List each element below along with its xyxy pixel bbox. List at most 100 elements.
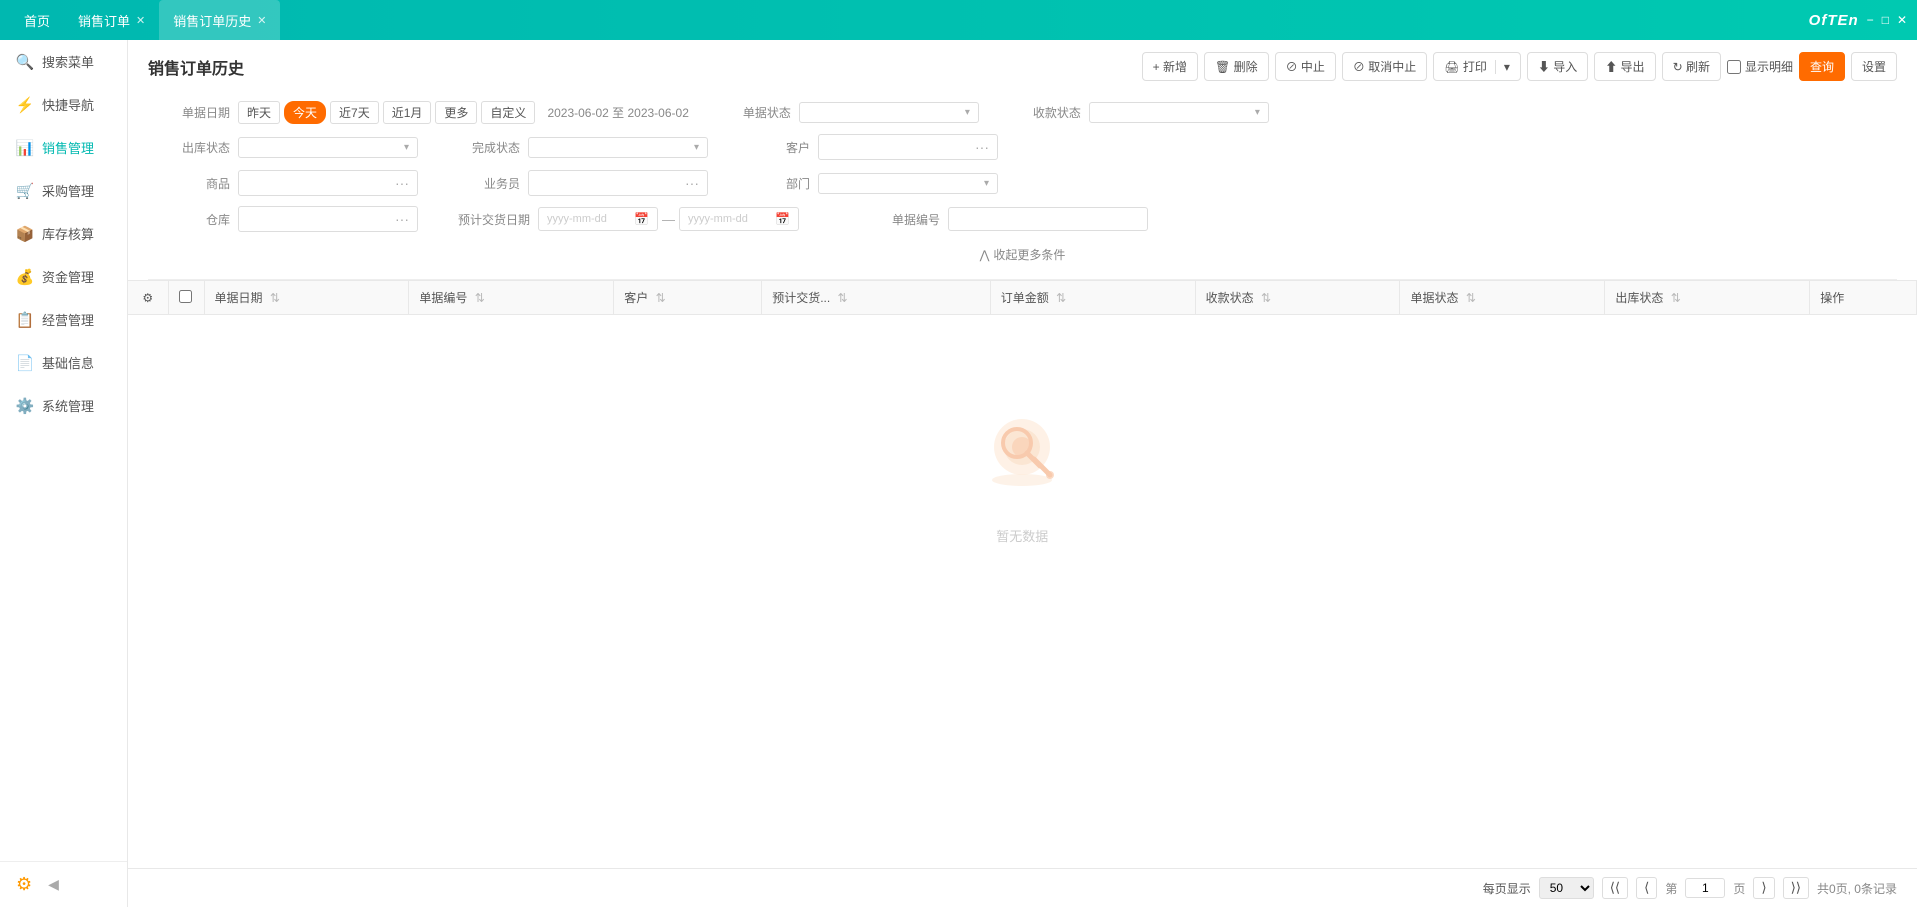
tab-sales-order-history[interactable]: 销售订单历史 ✕ (159, 0, 280, 40)
col-out-status-sort-icon[interactable]: ⇅ (1671, 291, 1681, 305)
prev-page-btn[interactable]: ⟨ (1636, 877, 1657, 899)
col-operation: 操作 (1810, 281, 1917, 315)
col-bill-no: 单据编号 ⇅ (409, 281, 614, 315)
col-delivery-date-sort-icon[interactable]: ⇅ (838, 291, 848, 305)
settings-button[interactable]: 设置 (1851, 52, 1897, 81)
col-operation-label: 操作 (1820, 291, 1844, 305)
collapse-sidebar-icon[interactable]: ◀ (48, 876, 59, 893)
export-button[interactable]: ⬆ 导出 (1594, 52, 1655, 81)
operations-icon: 📋 (16, 311, 34, 329)
content-area: 销售订单历史 + 新增 🗑 删除 ⊘ 中止 ⊘ 取消中止 🖨 打印 ▾ ⬇ 导入… (128, 40, 1917, 907)
main-layout: 🔍 搜索菜单 ⚡ 快捷导航 📊 销售管理 🛒 采购管理 📦 库存核算 💰 资金管… (0, 40, 1917, 907)
last1m-btn[interactable]: 近1月 (383, 101, 432, 124)
department-arrow-icon: ▾ (984, 178, 989, 189)
date-control: 昨天 今天 近7天 近1月 更多 自定义 2023-06-02 至 2023-0… (238, 101, 689, 124)
sidebar-item-purchase-mgmt[interactable]: 🛒 采购管理 (0, 169, 127, 212)
complete-status-select[interactable]: ▾ (528, 137, 708, 158)
delivery-end-input[interactable]: yyyy-mm-dd 📅 (679, 207, 799, 231)
col-receipt-status: 收款状态 ⇅ (1195, 281, 1400, 315)
import-button[interactable]: ⬇ 导入 (1527, 52, 1588, 81)
col-customer-sort-icon[interactable]: ⇅ (656, 291, 666, 305)
sidebar: 🔍 搜索菜单 ⚡ 快捷导航 📊 销售管理 🛒 采购管理 📦 库存核算 💰 资金管… (0, 40, 128, 907)
query-button[interactable]: 查询 (1799, 52, 1845, 81)
tab-sales-order-close[interactable]: ✕ (136, 14, 145, 27)
last7-btn[interactable]: 近7天 (330, 101, 379, 124)
page-unit-label: 页 (1733, 880, 1745, 897)
show-detail-label[interactable]: 显示明细 (1727, 58, 1793, 75)
maximize-btn[interactable]: □ (1882, 13, 1889, 27)
delivery-start-input[interactable]: yyyy-mm-dd 📅 (538, 207, 658, 231)
customer-select[interactable]: ··· (818, 134, 998, 160)
stop-button[interactable]: ⊘ 中止 (1275, 52, 1336, 81)
more-btn[interactable]: 更多 (435, 101, 477, 124)
salesperson-ellipsis-icon: ··· (685, 175, 699, 191)
custom-btn[interactable]: 自定义 (481, 101, 535, 124)
col-receipt-status-sort-icon[interactable]: ⇅ (1261, 291, 1271, 305)
sidebar-item-finance[interactable]: 💰 资金管理 (0, 255, 127, 298)
bill-no-control (948, 207, 1148, 231)
bill-no-label: 单据编号 (878, 211, 948, 228)
print-arrow-icon: ▾ (1504, 60, 1510, 74)
tab-sales-order-history-close[interactable]: ✕ (257, 14, 266, 27)
sidebar-item-sales-mgmt[interactable]: 📊 销售管理 (0, 126, 127, 169)
refresh-button[interactable]: ↻ 刷新 (1662, 52, 1721, 81)
sidebar-item-sales-mgmt-label: 销售管理 (42, 138, 94, 157)
sidebar-bottom: ⚙ ◀ (0, 861, 127, 907)
department-label: 部门 (748, 175, 818, 192)
cancel-stop-button[interactable]: ⊘ 取消中止 (1342, 52, 1427, 81)
bill-no-input[interactable] (948, 207, 1148, 231)
bill-status-select[interactable]: ▾ (799, 102, 979, 123)
date-range: 2023-06-02 至 2023-06-02 (547, 104, 688, 121)
tab-home[interactable]: 首页 (10, 0, 64, 40)
table-settings-icon[interactable]: ⚙ (142, 291, 153, 305)
sidebar-item-operations[interactable]: 📋 经营管理 (0, 298, 127, 341)
col-delivery-date-label: 预计交货... (772, 291, 830, 305)
top-bar: 首页 销售订单 ✕ 销售订单历史 ✕ OfTEn − □ ✕ (0, 0, 1917, 40)
sidebar-item-system[interactable]: ⚙️ 系统管理 (0, 384, 127, 427)
date-range-separator: — (662, 212, 675, 227)
page-num-input[interactable] (1685, 878, 1725, 898)
first-page-btn[interactable]: ⟨⟨ (1602, 877, 1628, 899)
print-button[interactable]: 🖨 打印 ▾ (1433, 52, 1521, 81)
filter-row-2: 出库状态 ▾ 完成状态 ▾ 客户 (168, 134, 1877, 160)
sidebar-item-operations-label: 经营管理 (42, 310, 94, 329)
settings-bottom-icon[interactable]: ⚙ (16, 874, 32, 895)
page-size-select[interactable]: 50 20 100 (1539, 877, 1594, 899)
sidebar-item-inventory[interactable]: 📦 库存核算 (0, 212, 127, 255)
toolbar: + 新增 🗑 删除 ⊘ 中止 ⊘ 取消中止 🖨 打印 ▾ ⬇ 导入 ⬆ 导出 ↻… (1142, 52, 1897, 81)
salesperson-control: ··· (528, 170, 708, 196)
col-order-amount-sort-icon[interactable]: ⇅ (1056, 291, 1066, 305)
goods-select[interactable]: ··· (238, 170, 418, 196)
col-delivery-date: 预计交货... ⇅ (762, 281, 991, 315)
date-btns: 昨天 今天 近7天 近1月 更多 自定义 (238, 101, 535, 124)
col-bill-date-label: 单据日期 (215, 291, 263, 305)
receipt-status-control: ▾ (1089, 102, 1269, 123)
show-detail-checkbox[interactable] (1727, 60, 1741, 74)
receipt-status-select[interactable]: ▾ (1089, 102, 1269, 123)
salesperson-select[interactable]: ··· (528, 170, 708, 196)
sidebar-item-quick-nav[interactable]: ⚡ 快捷导航 (0, 83, 127, 126)
tab-sales-order[interactable]: 销售订单 ✕ (64, 0, 159, 40)
out-status-select[interactable]: ▾ (238, 137, 418, 158)
new-button[interactable]: + 新增 (1142, 52, 1198, 81)
warehouse-select[interactable]: ··· (238, 206, 418, 232)
last-page-btn[interactable]: ⟩⟩ (1783, 877, 1809, 899)
close-window-btn[interactable]: ✕ (1897, 13, 1907, 27)
select-all-checkbox[interactable] (179, 290, 192, 303)
customer-label: 客户 (748, 139, 818, 156)
col-bill-no-sort-icon[interactable]: ⇅ (475, 291, 485, 305)
col-bill-date-sort-icon[interactable]: ⇅ (270, 291, 280, 305)
minimize-btn[interactable]: − (1867, 13, 1874, 27)
next-page-btn[interactable]: ⟩ (1753, 877, 1774, 899)
sidebar-item-search-menu[interactable]: 🔍 搜索菜单 (0, 40, 127, 83)
tab-sales-order-label: 销售订单 (78, 11, 130, 30)
collapse-bar[interactable]: ⋀ 收起更多条件 (168, 242, 1877, 269)
department-select[interactable]: ▾ (818, 173, 998, 194)
today-btn[interactable]: 今天 (284, 101, 326, 124)
yesterday-btn[interactable]: 昨天 (238, 101, 280, 124)
sidebar-item-basic-info[interactable]: 📄 基础信息 (0, 341, 127, 384)
sidebar-item-quick-nav-label: 快捷导航 (42, 95, 94, 114)
col-bill-status-sort-icon[interactable]: ⇅ (1466, 291, 1476, 305)
delete-button[interactable]: 🗑 删除 (1204, 52, 1269, 81)
table-wrapper: ⚙ 单据日期 ⇅ 单据编号 ⇅ (128, 281, 1917, 868)
